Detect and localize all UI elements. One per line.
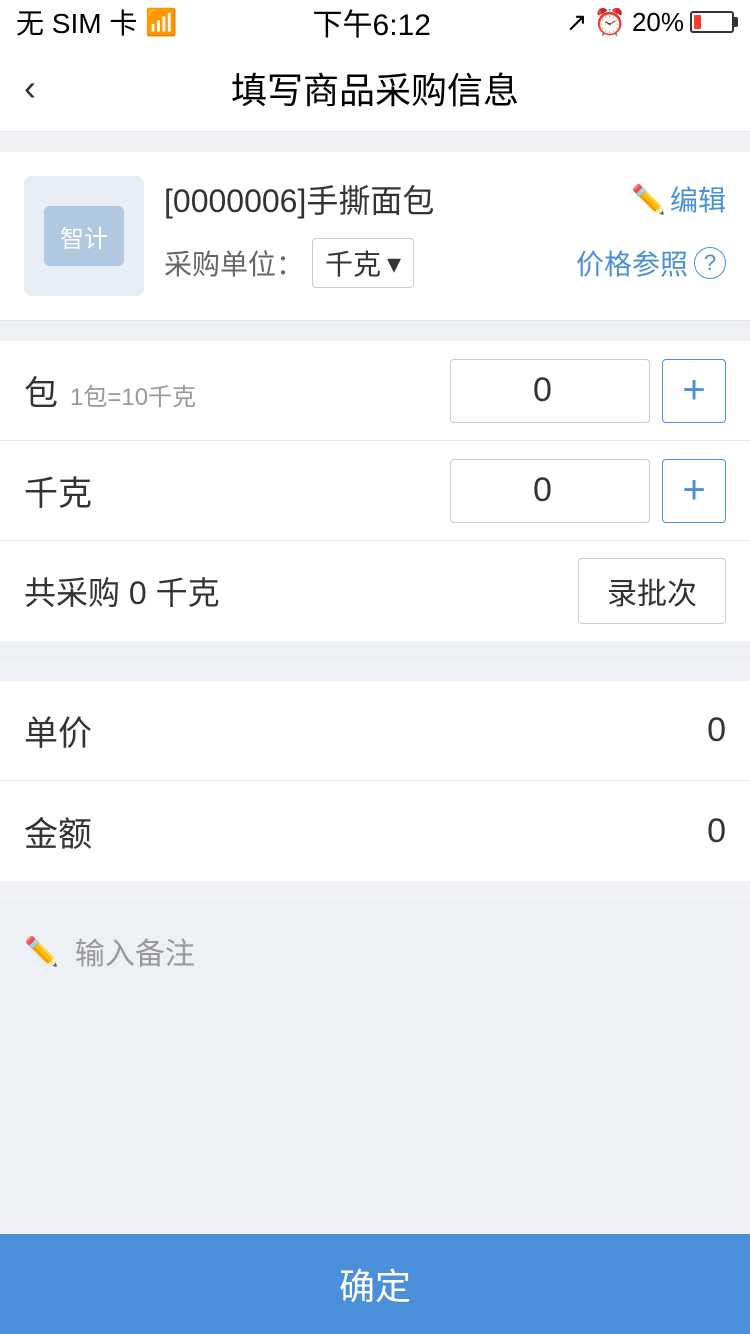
dropdown-icon: ▾	[387, 247, 401, 280]
location-icon: ↗	[566, 7, 588, 38]
wifi-icon: 📶	[145, 7, 177, 38]
price-reference-button[interactable]: 价格参照 ?	[576, 243, 726, 283]
kg-input-right: +	[450, 459, 726, 523]
product-logo: 智计	[44, 206, 124, 266]
bao-input-right: +	[450, 359, 726, 423]
bao-input-row: 包 1包=10千克 +	[0, 341, 750, 441]
unit-label: 采购单位：	[164, 243, 304, 283]
battery-text: 20%	[632, 7, 684, 38]
price-section: 单价 0 金额 0	[0, 681, 750, 881]
batch-record-button[interactable]: 录批次	[578, 558, 726, 624]
bao-sublabel: 1包=10千克	[70, 377, 196, 412]
status-bar: 无 SIM 卡 📶 下午6:12 ↗ ⏰ 20%	[0, 0, 750, 44]
battery-fill	[694, 15, 701, 29]
remark-section[interactable]: ✏️ 输入备注	[0, 901, 750, 1001]
bao-label-wrap: 包 1包=10千克	[24, 366, 196, 415]
status-time: 下午6:12	[313, 0, 431, 44]
nav-bar: ‹ 填写商品采购信息	[0, 44, 750, 132]
section-divider-2	[0, 641, 750, 661]
summary-amount: 0	[129, 575, 147, 611]
kg-label-wrap: 千克	[24, 466, 92, 515]
page-title: 填写商品采购信息	[231, 62, 519, 114]
section-divider-1	[0, 321, 750, 341]
amount-row: 金额 0	[0, 781, 750, 881]
battery-icon	[690, 11, 734, 33]
input-section: 包 1包=10千克 + 千克 +	[0, 341, 750, 541]
kg-input-row: 千克 +	[0, 441, 750, 541]
status-left: 无 SIM 卡 📶	[16, 2, 178, 42]
status-right: ↗ ⏰ 20%	[566, 7, 734, 38]
unit-select[interactable]: 千克 ▾	[312, 238, 414, 288]
product-unit-row: 采购单位： 千克 ▾ 价格参照 ?	[164, 238, 726, 288]
bao-quantity-input[interactable]	[450, 359, 650, 423]
summary-prefix: 共采购	[24, 575, 120, 611]
remark-placeholder: 输入备注	[75, 929, 195, 973]
back-button[interactable]: ‹	[24, 67, 36, 109]
unit-value: 千克	[325, 243, 381, 283]
no-sim-text: 无 SIM 卡	[16, 2, 137, 42]
summary-row: 共采购 0 千克 录批次	[0, 541, 750, 641]
kg-plus-button[interactable]: +	[662, 459, 726, 523]
product-info: [0000006]手撕面包 ✏️ 编辑 采购单位： 千克 ▾ 价格参照 ?	[164, 176, 726, 288]
edit-button[interactable]: ✏️ 编辑	[631, 179, 726, 219]
confirm-bar[interactable]: 确定	[0, 1234, 750, 1334]
pencil-icon: ✏️	[24, 935, 59, 968]
unit-price-row: 单价 0	[0, 681, 750, 781]
unit-price-value: 0	[707, 711, 726, 750]
unit-wrapper: 采购单位： 千克 ▾	[164, 238, 414, 288]
unit-price-label: 单价	[24, 706, 92, 755]
edit-label: 编辑	[670, 179, 726, 219]
amount-label: 金额	[24, 807, 92, 856]
bao-label: 包	[24, 366, 58, 415]
product-name: [0000006]手撕面包	[164, 176, 434, 222]
product-name-row: [0000006]手撕面包 ✏️ 编辑	[164, 176, 726, 222]
price-ref-label: 价格参照	[576, 243, 688, 283]
amount-value: 0	[707, 812, 726, 851]
confirm-label: 确定	[339, 1258, 411, 1310]
logo-text: 智计	[60, 219, 108, 254]
content-spacer	[0, 1001, 750, 1201]
kg-quantity-input[interactable]	[450, 459, 650, 523]
kg-label: 千克	[24, 466, 92, 515]
summary-unit: 千克	[156, 575, 220, 611]
edit-icon: ✏️	[631, 183, 666, 216]
summary-text: 共采购 0 千克	[24, 568, 220, 614]
product-image: 智计	[24, 176, 144, 296]
product-card: 智计 [0000006]手撕面包 ✏️ 编辑 采购单位： 千克 ▾ 价格参照 ?	[0, 152, 750, 321]
alarm-icon: ⏰	[594, 7, 626, 38]
help-icon: ?	[694, 247, 726, 279]
bao-plus-button[interactable]: +	[662, 359, 726, 423]
